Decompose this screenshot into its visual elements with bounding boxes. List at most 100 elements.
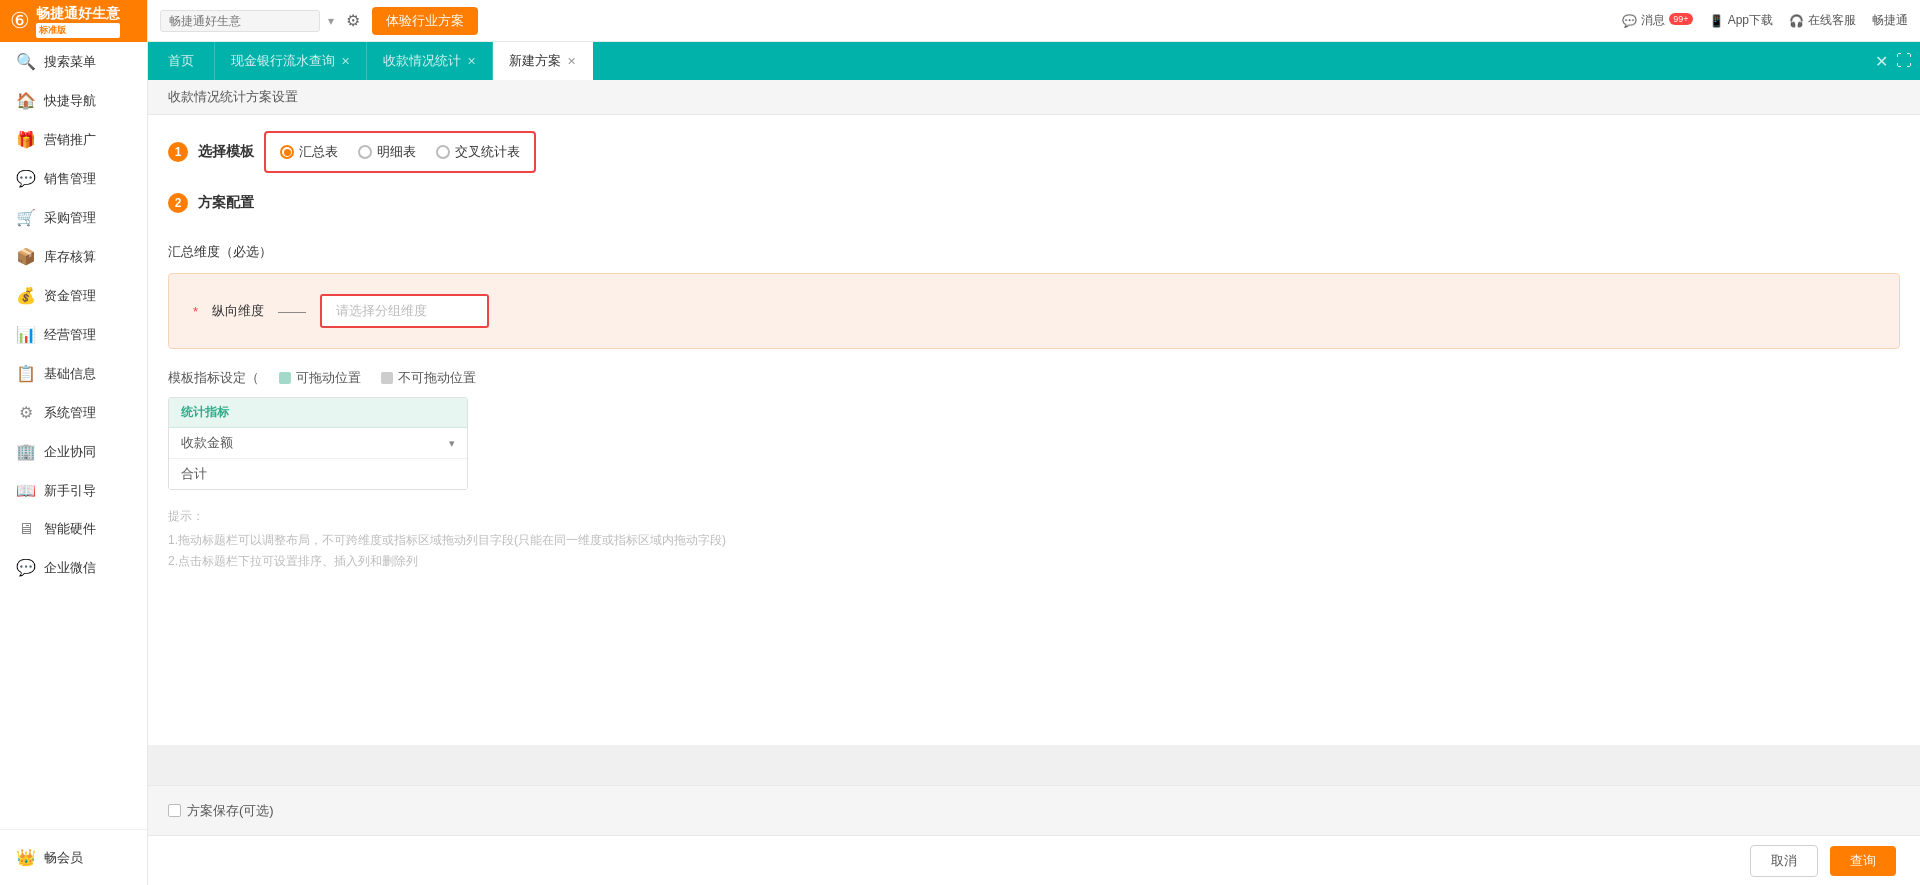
settings-icon[interactable]: ⚙ (346, 11, 360, 30)
drag-dot-inactive (381, 372, 393, 384)
draggable-label: 可拖动位置 (296, 369, 361, 387)
save-option-wrapper[interactable]: 方案保存(可选) (168, 802, 274, 820)
sidebar-item-label: 销售管理 (44, 170, 96, 188)
step1-header: 1 选择模板 汇总表 明细表 (168, 131, 1900, 173)
chart-icon: 📊 (16, 325, 36, 344)
sidebar-item-search[interactable]: 🔍 搜索菜单 (0, 42, 147, 81)
tab-new-plan[interactable]: 新建方案 ✕ (493, 42, 593, 80)
sidebar-item-label: 搜索菜单 (44, 53, 96, 71)
tab-new-plan-close[interactable]: ✕ (567, 55, 576, 68)
chevron-down-icon[interactable]: ▾ (328, 14, 334, 28)
gift-icon: 🎁 (16, 130, 36, 149)
amount-dropdown-icon[interactable]: ▾ (449, 437, 455, 450)
tab-expand-icon[interactable]: ⛶ (1896, 52, 1912, 70)
sidebar-item-sales[interactable]: 💬 销售管理 (0, 159, 147, 198)
sidebar-item-label: 基础信息 (44, 365, 96, 383)
main-content: ▾ ⚙ 体验行业方案 💬 消息 99+ 📱 App下载 🎧 在线客服 畅捷通 (148, 0, 1920, 885)
page-content: 1 选择模板 汇总表 明细表 (148, 115, 1920, 785)
non-draggable-indicator: 不可拖动位置 (381, 369, 476, 387)
sidebar-logo-text: 畅捷通好生意 (36, 5, 120, 23)
tab-collection-label: 收款情况统计 (383, 52, 461, 70)
tab-collection[interactable]: 收款情况统计 ✕ (367, 42, 493, 80)
page-body: 1 选择模板 汇总表 明细表 (148, 115, 1920, 745)
sidebar-item-system[interactable]: ⚙ 系统管理 (0, 393, 147, 432)
sidebar-item-basic[interactable]: 📋 基础信息 (0, 354, 147, 393)
sidebar-bottom: 👑 畅会员 (0, 829, 147, 885)
tip-item-1: 1.拖动标题栏可以调整布局，不可跨维度或指标区域拖动列目字段(只能在同一维度或指… (168, 530, 1900, 552)
tab-cashflow-label: 现金银行流水查询 (231, 52, 335, 70)
sidebar-item-finance[interactable]: 💰 资金管理 (0, 276, 147, 315)
sidebar-item-label: 新手引导 (44, 482, 96, 500)
sidebar-item-guide[interactable]: 📖 新手引导 (0, 471, 147, 510)
user-name-item[interactable]: 畅捷通 (1872, 12, 1908, 29)
radio-summary[interactable]: 汇总表 (280, 143, 338, 161)
sidebar-item-purchase[interactable]: 🛒 采购管理 (0, 198, 147, 237)
notifications-label: 消息 (1641, 12, 1665, 29)
metrics-setting-label: 模板指标设定（ (168, 369, 259, 387)
step1-title: 选择模板 (198, 143, 254, 161)
query-button[interactable]: 查询 (1830, 846, 1896, 876)
online-service-label: 在线客服 (1808, 12, 1856, 29)
online-service-item[interactable]: 🎧 在线客服 (1789, 12, 1856, 29)
sidebar-item-label: 企业微信 (44, 559, 96, 577)
sidebar-item-quick-nav[interactable]: 🏠 快捷导航 (0, 81, 147, 120)
radio-detail[interactable]: 明细表 (358, 143, 416, 161)
sidebar-item-enterprise[interactable]: 🏢 企业协同 (0, 432, 147, 471)
cancel-button[interactable]: 取消 (1750, 845, 1818, 877)
app-download-item[interactable]: 📱 App下载 (1709, 12, 1773, 29)
tip-title: 提示： (168, 506, 1900, 528)
tip-item-2: 2.点击标题栏下拉可设置排序、插入列和删除列 (168, 551, 1900, 573)
tab-close-all-icon[interactable]: ✕ (1875, 52, 1888, 71)
sidebar-item-wechat[interactable]: 💬 企业微信 (0, 548, 147, 587)
radio-detail-circle (358, 145, 372, 159)
save-option-checkbox[interactable] (168, 804, 181, 817)
required-mark: * (193, 304, 198, 319)
metrics-row-total: 合计 (169, 459, 467, 489)
breadcrumb-input[interactable] (160, 10, 320, 32)
sidebar-item-label: 企业协同 (44, 443, 96, 461)
sidebar-item-marketing[interactable]: 🎁 营销推广 (0, 120, 147, 159)
sidebar-item-label: 营销推广 (44, 131, 96, 149)
dimension-placeholder: 请选择分组维度 (336, 303, 427, 318)
trial-button[interactable]: 体验行业方案 (372, 7, 478, 35)
sidebar-item-operations[interactable]: 📊 经营管理 (0, 315, 147, 354)
metrics-amount-label: 收款金额 (181, 434, 233, 452)
radio-cross-label: 交叉统计表 (455, 143, 520, 161)
step2-badge: 2 (168, 193, 188, 213)
box-icon: 📦 (16, 247, 36, 266)
metrics-total-label: 合计 (181, 465, 207, 483)
tab-cashflow-close[interactable]: ✕ (341, 55, 350, 68)
tab-new-plan-label: 新建方案 (509, 52, 561, 70)
sidebar-logo: ⑥ 畅捷通好生意 标准版 (0, 0, 147, 42)
notifications-item[interactable]: 💬 消息 99+ (1622, 12, 1692, 29)
wechat-icon: 💬 (16, 558, 36, 577)
radio-summary-circle (280, 145, 294, 159)
sidebar-item-inventory[interactable]: 📦 库存核算 (0, 237, 147, 276)
radio-cross-circle (436, 145, 450, 159)
metrics-table-header: 统计指标 (169, 398, 467, 428)
metrics-setting-header: 模板指标设定（ 可拖动位置 不可拖动位置 (168, 369, 1900, 387)
tab-home[interactable]: 首页 (148, 42, 215, 80)
sidebar-item-member[interactable]: 👑 畅会员 (0, 838, 147, 877)
monitor-icon: 🖥 (16, 520, 36, 538)
metrics-row-amount[interactable]: 收款金额 ▾ (169, 428, 467, 459)
sidebar: ⑥ 畅捷通好生意 标准版 🔍 搜索菜单 🏠 快捷导航 🎁 营销推广 💬 销售管理… (0, 0, 148, 885)
user-label: 畅捷通 (1872, 12, 1908, 29)
cart-icon: 🛒 (16, 208, 36, 227)
sidebar-item-hardware[interactable]: 🖥 智能硬件 (0, 510, 147, 548)
radio-summary-label: 汇总表 (299, 143, 338, 161)
save-option-label: 方案保存(可选) (187, 802, 274, 820)
tab-bar: 首页 现金银行流水查询 ✕ 收款情况统计 ✕ 新建方案 ✕ ✕ ⛶ (148, 42, 1920, 80)
tab-cashflow[interactable]: 现金银行流水查询 ✕ (215, 42, 367, 80)
top-header: ▾ ⚙ 体验行业方案 💬 消息 99+ 📱 App下载 🎧 在线客服 畅捷通 (148, 0, 1920, 42)
sidebar-item-label: 经营管理 (44, 326, 96, 344)
tab-collection-close[interactable]: ✕ (467, 55, 476, 68)
money-icon: 💰 (16, 286, 36, 305)
radio-cross[interactable]: 交叉统计表 (436, 143, 520, 161)
metrics-section: 模板指标设定（ 可拖动位置 不可拖动位置 (168, 369, 1900, 490)
service-icon: 🎧 (1789, 14, 1804, 28)
config-area: 汇总维度（必选） * 纵向维度 —— 请选择分组维度 (168, 227, 1900, 589)
step2-section: 2 方案配置 汇总维度（必选） * 纵向维度 —— 请选 (168, 193, 1900, 589)
dimension-selector[interactable]: 请选择分组维度 (320, 294, 489, 328)
step2-title: 方案配置 (198, 194, 254, 212)
